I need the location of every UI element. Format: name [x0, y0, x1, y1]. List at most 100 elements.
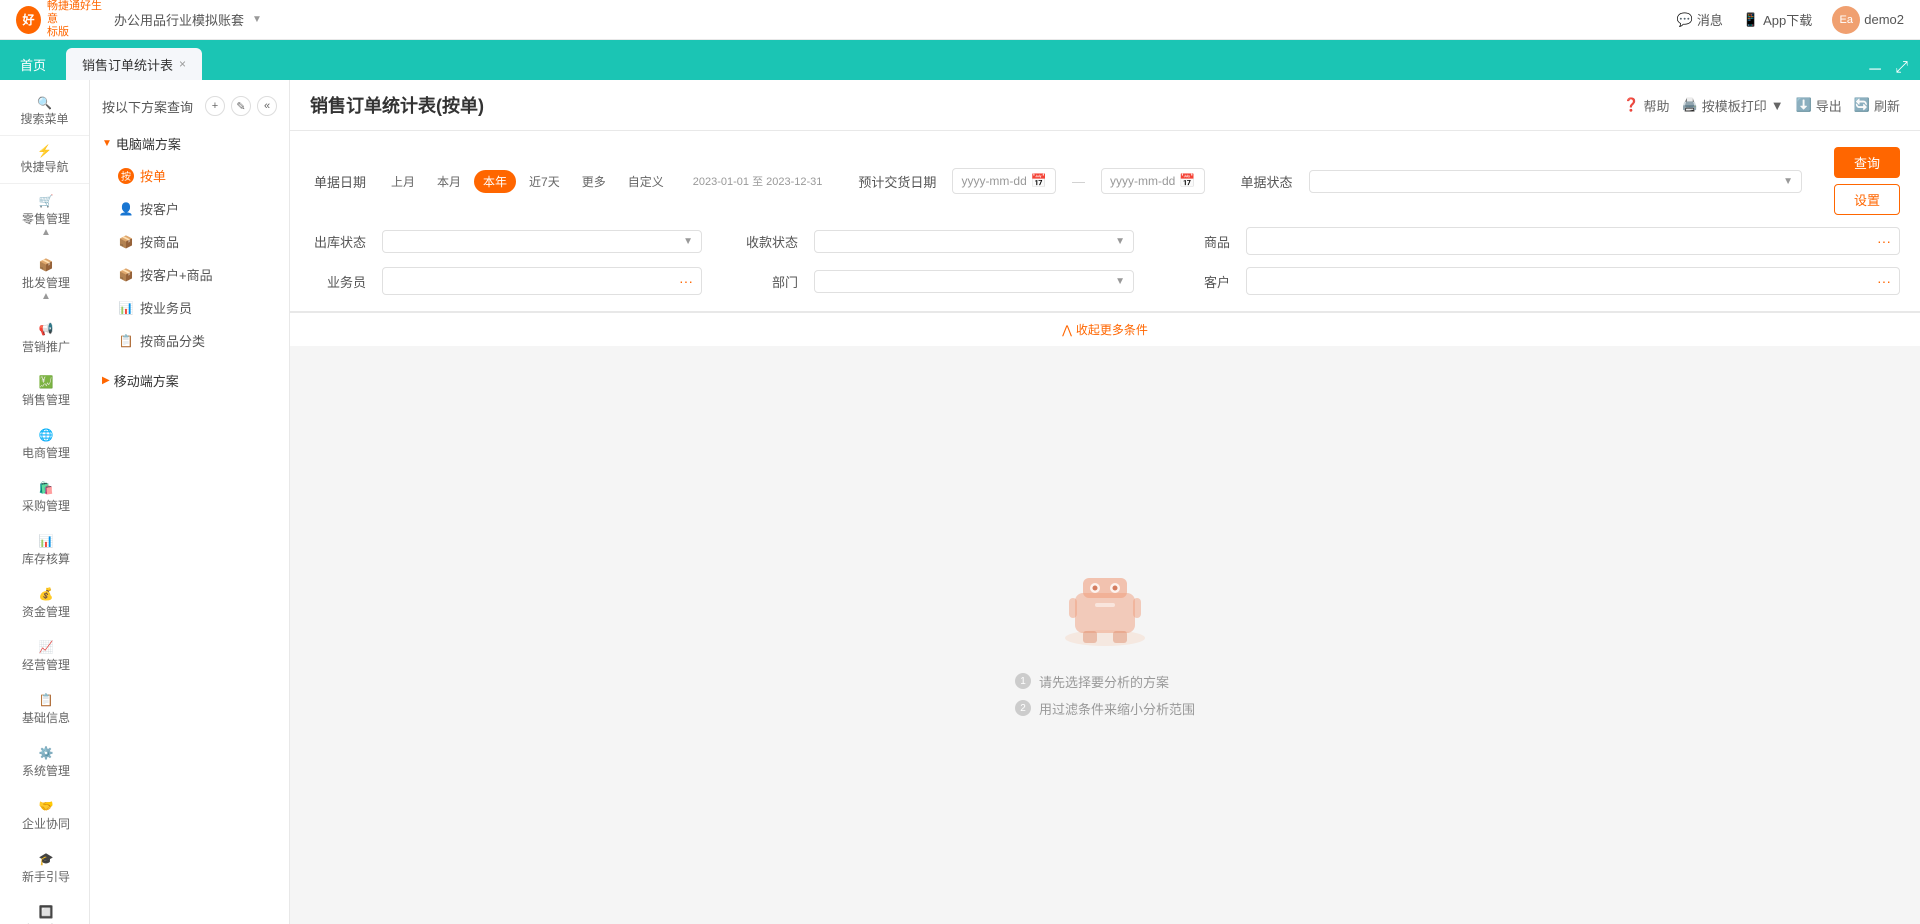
- sidebar-item-ecommerce[interactable]: 🌐 电商管理: [0, 418, 89, 471]
- pay-status-arrow: ▼: [1115, 236, 1125, 247]
- scheme-section-pc: ▼ 电脑端方案 按 按单 👤 按客户 📦 按商品 📦 按客户+商品: [90, 124, 289, 361]
- filter-row-2: 出库状态 ▼ 收款状态 ▼ 商品 ···: [310, 227, 1900, 255]
- scheme-section-pc-triangle: ▼: [102, 138, 112, 149]
- tab-sales-order-statistics[interactable]: 销售订单统计表 ×: [66, 48, 202, 80]
- customer-input[interactable]: ···: [1246, 267, 1900, 295]
- goods-dots-icon[interactable]: ···: [1877, 233, 1891, 249]
- sidebar-item-marketing[interactable]: 📢 营销推广: [0, 312, 89, 365]
- expected-date-to[interactable]: yyyy-mm-dd 📅: [1101, 168, 1205, 194]
- tab-close-icon[interactable]: ×: [179, 57, 186, 71]
- minimize-icon[interactable]: －: [1867, 56, 1883, 80]
- sidebar-item-enterprise-collab[interactable]: 🤝 企业协同: [0, 789, 89, 842]
- scheme-item-by-customer[interactable]: 👤 按客户: [90, 192, 289, 225]
- sidebar-search[interactable]: 🔍 搜索菜单: [0, 88, 89, 136]
- sidebar-item-app-center[interactable]: 🔲 应用中心: [0, 895, 89, 924]
- help-button[interactable]: ❓ 帮助: [1623, 96, 1669, 115]
- scheme-item-dot: 按: [118, 168, 134, 184]
- inventory-icon: 📊: [39, 534, 54, 548]
- salesperson-input[interactable]: ···: [382, 267, 702, 295]
- sidebar-item-newbie[interactable]: 🎓 新手引导: [0, 842, 89, 895]
- sidebar-search-label: 搜索菜单: [20, 110, 68, 127]
- sidebar-item-sales[interactable]: 💹 销售管理: [0, 365, 89, 418]
- scheme-icon-customer-goods: 📦: [118, 267, 134, 283]
- scheme-section-mobile-title[interactable]: ▶ 移动端方案: [90, 365, 289, 396]
- scheme-icon-customer: 👤: [118, 201, 134, 217]
- app-download-button[interactable]: 📱 App下载: [1743, 10, 1812, 29]
- operations-icon: 📈: [39, 640, 54, 654]
- marketing-icon: 📢: [39, 322, 54, 336]
- finance-icon: 💰: [39, 587, 54, 601]
- date-btn-custom[interactable]: 自定义: [619, 170, 673, 193]
- sidebar-item-operations[interactable]: 📈 经营管理: [0, 630, 89, 683]
- date-range-text: 2023-01-01 至 2023-12-31: [693, 173, 823, 189]
- filter-row-3: 业务员 ··· 部门 ▼ 客户 ···: [310, 267, 1900, 295]
- query-button[interactable]: 查询: [1834, 147, 1900, 178]
- app-title[interactable]: 办公用品行业模拟账套: [114, 10, 244, 29]
- window-controls: － ⤢: [1867, 56, 1920, 80]
- page-header-actions: ❓ 帮助 🖨️ 按模板打印 ▼ ⬇️ 导出 🔄 刷新: [1623, 96, 1900, 127]
- scheme-section-pc-title[interactable]: ▼ 电脑端方案: [90, 128, 289, 159]
- basic-info-icon: 📋: [39, 693, 54, 707]
- sidebar-item-system[interactable]: ⚙️ 系统管理: [0, 736, 89, 789]
- date-btn-this-month[interactable]: 本月: [428, 170, 470, 193]
- add-scheme-button[interactable]: +: [205, 96, 225, 116]
- out-status-select[interactable]: ▼: [382, 230, 702, 253]
- goods-input[interactable]: ···: [1246, 227, 1900, 255]
- top-bar-right: 💬 消息 📱 App下载 Ea demo2: [1677, 6, 1904, 34]
- collapse-more-conditions-button[interactable]: ⋀ 收起更多条件: [290, 312, 1920, 346]
- logo-text: 畅捷通好生意 标版: [47, 0, 106, 39]
- sidebar-item-wholesale[interactable]: 📦 批发管理 ▲: [0, 248, 89, 312]
- wholesale-expand-arrow: ▲: [41, 291, 51, 302]
- date-btn-7days[interactable]: 近7天: [520, 170, 569, 193]
- customer-dots-icon[interactable]: ···: [1877, 273, 1891, 289]
- dept-arrow: ▼: [1115, 276, 1125, 287]
- enterprise-collab-icon: 🤝: [39, 799, 54, 813]
- scheme-item-by-order[interactable]: 按 按单: [90, 159, 289, 192]
- user-profile-button[interactable]: Ea demo2: [1832, 6, 1904, 34]
- tip-num-1: 1: [1015, 673, 1031, 689]
- sidebar-quick-nav-label: 快捷导航: [20, 158, 68, 175]
- sales-icon: 💹: [39, 375, 54, 389]
- goods-label: 商品: [1174, 232, 1230, 251]
- date-btn-more[interactable]: 更多: [573, 170, 615, 193]
- export-button[interactable]: ⬇️ 导出: [1796, 96, 1842, 115]
- message-button[interactable]: 💬 消息: [1677, 10, 1723, 29]
- scheme-item-by-goods-category[interactable]: 📋 按商品分类: [90, 324, 289, 357]
- date-btn-last-month[interactable]: 上月: [382, 170, 424, 193]
- scheme-item-by-customer-goods[interactable]: 📦 按客户+商品: [90, 258, 289, 291]
- tab-home[interactable]: 首页: [4, 48, 62, 80]
- sidebar-item-basic-info[interactable]: 📋 基础信息: [0, 683, 89, 736]
- scheme-panel: 按以下方案查询 + ✎ « ▼ 电脑端方案 按 按单 👤: [90, 80, 290, 924]
- calendar-to-icon: 📅: [1179, 173, 1195, 189]
- print-button[interactable]: 🖨️ 按模板打印 ▼: [1682, 96, 1784, 115]
- search-icon: 🔍: [37, 96, 52, 110]
- status-select[interactable]: ▼: [1309, 170, 1802, 193]
- collapse-scheme-button[interactable]: «: [257, 96, 277, 116]
- salesperson-dots-icon[interactable]: ···: [679, 273, 693, 289]
- wholesale-icon: 📦: [39, 258, 54, 272]
- sidebar-item-purchase[interactable]: 🛍️ 采购管理: [0, 471, 89, 524]
- settings-button[interactable]: 设置: [1834, 184, 1900, 215]
- sidebar-item-finance[interactable]: 💰 资金管理: [0, 577, 89, 630]
- quick-nav-icon: ⚡: [37, 144, 52, 158]
- refresh-button[interactable]: 🔄 刷新: [1854, 96, 1900, 115]
- expected-date-from[interactable]: yyyy-mm-dd 📅: [952, 168, 1056, 194]
- scheme-panel-header: 按以下方案查询 + ✎ «: [90, 88, 289, 124]
- date-btn-this-year[interactable]: 本年: [474, 170, 516, 193]
- print-icon: 🖨️: [1682, 97, 1698, 113]
- logo-area: 好 畅捷通好生意 标版: [16, 0, 106, 39]
- sidebar-item-retail[interactable]: 🛒 零售管理 ▲: [0, 184, 89, 248]
- dept-select[interactable]: ▼: [814, 270, 1134, 293]
- scheme-item-by-salesperson[interactable]: 📊 按业务员: [90, 291, 289, 324]
- tab-bar: 首页 销售订单统计表 × － ⤢: [0, 40, 1920, 80]
- avatar: Ea: [1832, 6, 1860, 34]
- pay-status-select[interactable]: ▼: [814, 230, 1134, 253]
- out-status-arrow: ▼: [683, 236, 693, 247]
- edit-scheme-button[interactable]: ✎: [231, 96, 251, 116]
- app-title-dropdown-icon[interactable]: ▼: [252, 14, 262, 25]
- scheme-item-by-goods[interactable]: 📦 按商品: [90, 225, 289, 258]
- status-label: 单据状态: [1237, 172, 1293, 191]
- maximize-icon[interactable]: ⤢: [1895, 59, 1908, 77]
- sidebar-quick-nav[interactable]: ⚡ 快捷导航: [0, 136, 89, 184]
- sidebar-item-inventory[interactable]: 📊 库存核算: [0, 524, 89, 577]
